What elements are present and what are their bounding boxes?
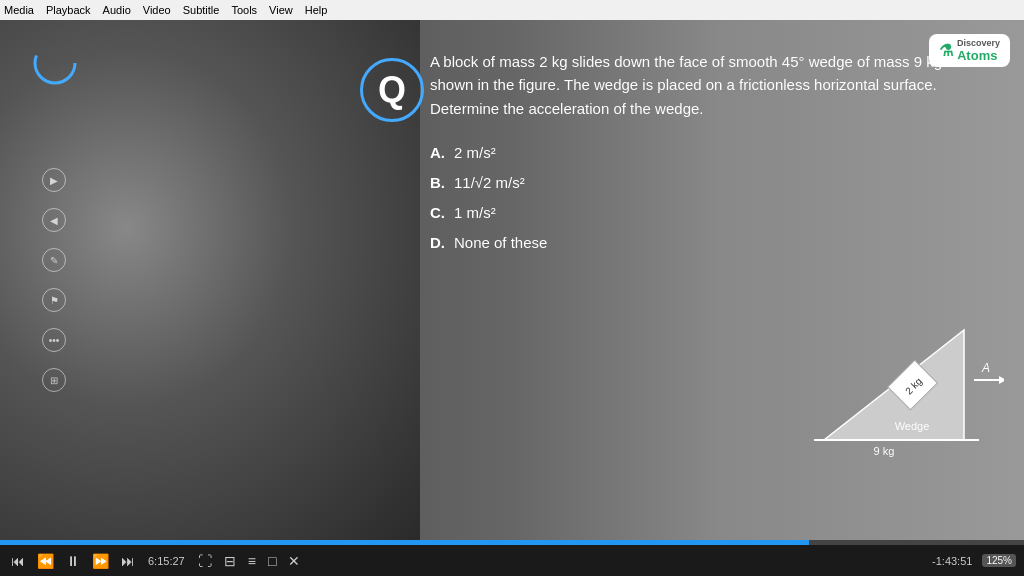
app: Media Playback Audio Video Subtitle Tool… bbox=[0, 0, 1024, 576]
option-b: B.11/√2 m/s² bbox=[430, 168, 1004, 198]
question-panel: A block of mass 2 kg slides down the fac… bbox=[430, 50, 1004, 258]
side-btn-flag[interactable]: ⚑ bbox=[42, 288, 66, 312]
circle-svg bbox=[35, 43, 75, 83]
arrow-head bbox=[999, 376, 1004, 384]
side-btn-grid[interactable]: ⊞ bbox=[42, 368, 66, 392]
btn-play-pause[interactable]: ⏸ bbox=[63, 553, 83, 569]
btn-loop[interactable]: □ bbox=[265, 553, 279, 569]
logo-brand: Discovery bbox=[957, 38, 1000, 48]
controls-bar: ⏮ ⏪ ⏸ ⏩ ⏭ 6:15:27 ⛶ ⊟ ≡ □ ✕ -1:43:51 125… bbox=[0, 540, 1024, 576]
question-icon: Q bbox=[360, 58, 424, 122]
side-btn-back[interactable]: ◀ bbox=[42, 208, 66, 232]
menu-video[interactable]: Video bbox=[143, 4, 171, 16]
speed-badge[interactable]: 125% bbox=[982, 554, 1016, 567]
controls-row: ⏮ ⏪ ⏸ ⏩ ⏭ 6:15:27 ⛶ ⊟ ≡ □ ✕ -1:43:51 125… bbox=[0, 545, 1024, 576]
option-b-label: B. bbox=[430, 168, 454, 198]
menu-tools[interactable]: Tools bbox=[231, 4, 257, 16]
wedge-label-text: Wedge bbox=[895, 420, 930, 432]
btn-skip-prev[interactable]: ⏮ bbox=[8, 553, 28, 569]
time-elapsed: 6:15:27 bbox=[148, 555, 185, 567]
menu-audio[interactable]: Audio bbox=[103, 4, 131, 16]
q-letter: Q bbox=[378, 69, 406, 111]
progress-fill bbox=[0, 540, 809, 545]
menubar: Media Playback Audio Video Subtitle Tool… bbox=[0, 0, 1024, 20]
option-c: C.1 m/s² bbox=[430, 198, 1004, 228]
menu-view[interactable]: View bbox=[269, 4, 293, 16]
menu-help[interactable]: Help bbox=[305, 4, 328, 16]
base-label-text: 9 kg bbox=[874, 445, 895, 457]
btn-fullscreen[interactable]: ⛶ bbox=[195, 553, 215, 569]
btn-skip-next[interactable]: ⏭ bbox=[118, 553, 138, 569]
side-btn-play[interactable]: ▶ bbox=[42, 168, 66, 192]
option-a-label: A. bbox=[430, 138, 454, 168]
option-b-text: 11/√2 m/s² bbox=[454, 174, 525, 191]
question-text: A block of mass 2 kg slides down the fac… bbox=[430, 50, 1004, 120]
menu-media[interactable]: Media bbox=[4, 4, 34, 16]
options-list: A.2 m/s² B.11/√2 m/s² C.1 m/s² D.None of… bbox=[430, 138, 1004, 258]
menu-subtitle[interactable]: Subtitle bbox=[183, 4, 220, 16]
time-remaining: -1:43:51 bbox=[932, 555, 972, 567]
side-btn-edit[interactable]: ✎ bbox=[42, 248, 66, 272]
option-d-text: None of these bbox=[454, 234, 547, 251]
circle-indicator bbox=[30, 38, 80, 88]
option-d-label: D. bbox=[430, 228, 454, 258]
arrow-label-text: A bbox=[981, 361, 990, 375]
option-a-text: 2 m/s² bbox=[454, 144, 496, 161]
video-area: ▶ ◀ ✎ ⚑ ••• ⊞ ⚗ Discovery Atoms Q A bloc… bbox=[0, 20, 1024, 540]
side-controls: ▶ ◀ ✎ ⚑ ••• ⊞ bbox=[42, 168, 66, 392]
wedge-diagram: 2 kg A Wedge 9 kg bbox=[804, 310, 1004, 460]
option-c-label: C. bbox=[430, 198, 454, 228]
btn-rewind[interactable]: ⏪ bbox=[34, 553, 57, 569]
side-btn-more[interactable]: ••• bbox=[42, 328, 66, 352]
btn-bars[interactable]: ≡ bbox=[245, 553, 259, 569]
btn-forward[interactable]: ⏩ bbox=[89, 553, 112, 569]
option-a: A.2 m/s² bbox=[430, 138, 1004, 168]
progress-track[interactable] bbox=[0, 540, 1024, 545]
option-d: D.None of these bbox=[430, 228, 1004, 258]
option-c-text: 1 m/s² bbox=[454, 204, 496, 221]
menu-playback[interactable]: Playback bbox=[46, 4, 91, 16]
btn-close[interactable]: ✕ bbox=[285, 553, 303, 569]
btn-aspect[interactable]: ⊟ bbox=[221, 553, 239, 569]
diagram: 2 kg A Wedge 9 kg bbox=[804, 310, 1004, 460]
